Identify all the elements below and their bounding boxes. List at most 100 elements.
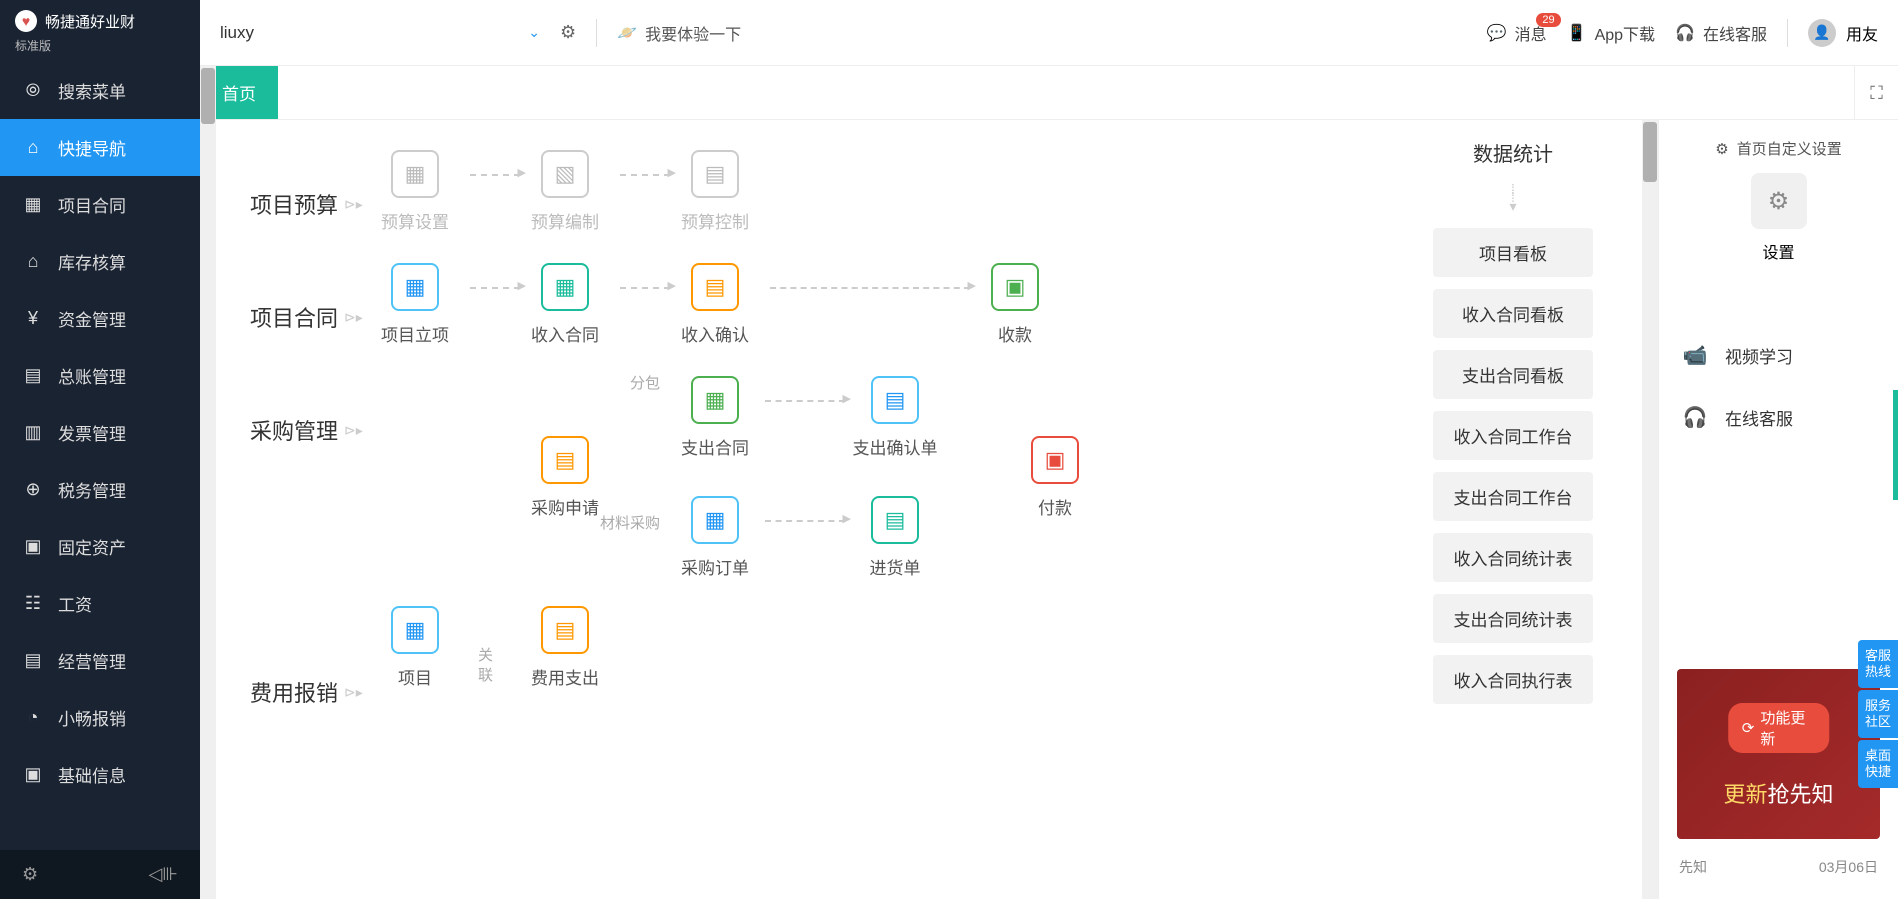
- home-icon: ⌂: [22, 137, 44, 159]
- node-income-confirm[interactable]: ▤收入确认: [670, 263, 760, 346]
- nav-salary[interactable]: ☷工资: [0, 575, 200, 632]
- chat-icon: 💬: [1487, 23, 1507, 43]
- float-community[interactable]: 服务社区: [1858, 690, 1898, 738]
- arrow-down-icon: ⁞⁞▾: [1509, 185, 1516, 210]
- sidebar-nav: ⦾搜索菜单 ⌂快捷导航 ▦项目合同 ⌂库存核算 ¥资金管理 ▤总账管理 ▥发票管…: [0, 62, 200, 850]
- biz-icon: ▤: [22, 650, 44, 672]
- fullscreen-button[interactable]: ⛶: [1854, 66, 1898, 120]
- node-purchase-order[interactable]: ▦采购订单: [670, 496, 760, 579]
- wallet-in-icon: ▣: [991, 263, 1039, 311]
- promo-text: 更新抢先知: [1677, 777, 1880, 809]
- chart-icon: ▧: [541, 150, 589, 198]
- confirm-out-icon: ▤: [871, 376, 919, 424]
- node-expense-contract[interactable]: ▦支出合同: [670, 376, 760, 459]
- settings-icon[interactable]: ⚙: [22, 864, 38, 885]
- canvas-wrap: 项目预算⊳▸ ▦预算设置 ▧预算编制 ▤预算控制 项目合同⊳▸: [200, 120, 1658, 899]
- nav-funds[interactable]: ¥资金管理: [0, 290, 200, 347]
- sidebar-scrollbar[interactable]: [200, 66, 216, 899]
- stats-expense-report[interactable]: 支出合同统计表: [1433, 594, 1593, 643]
- doc-icon: ▦: [22, 194, 44, 216]
- flow-contract: 项目合同⊳▸ ▦项目立项 ▦收入合同 ▤收入确认 ▣收款: [250, 263, 1608, 346]
- main-area: liuxy ⌄ ⚙ 🪐 我要体验一下 💬 消息 29 📱 App下载 🎧 在线客: [200, 0, 1898, 899]
- nav-ledger[interactable]: ▤总账管理: [0, 347, 200, 404]
- nav-tax[interactable]: ⊕税务管理: [0, 461, 200, 518]
- confirm-icon: ▤: [691, 263, 739, 311]
- node-goods-in[interactable]: ▤进货单: [850, 496, 940, 579]
- money-icon: ¥: [22, 308, 44, 330]
- nav-project-contract[interactable]: ▦项目合同: [0, 176, 200, 233]
- stats-income-report[interactable]: 收入合同统计表: [1433, 533, 1593, 582]
- asset-icon: ▣: [22, 536, 44, 558]
- stats-income-workbench[interactable]: 收入合同工作台: [1433, 411, 1593, 460]
- canvas-scrollbar[interactable]: [1642, 120, 1658, 899]
- stats-expense-workbench[interactable]: 支出合同工作台: [1433, 472, 1593, 521]
- trial-link[interactable]: 🪐 我要体验一下: [617, 21, 741, 45]
- control-icon: ▤: [691, 150, 739, 198]
- support-button[interactable]: 🎧 在线客服: [1675, 21, 1767, 45]
- collapse-icon[interactable]: ◁⊪: [148, 864, 178, 885]
- node-payment[interactable]: ▣付款: [1010, 436, 1100, 519]
- node-expense-out[interactable]: ▤费用支出: [520, 606, 610, 689]
- avatar-icon: 👤: [1808, 19, 1836, 47]
- expand-icon[interactable]: ⊳▸: [344, 684, 363, 701]
- nav-quicknav[interactable]: ⌂快捷导航: [0, 119, 200, 176]
- refresh-icon: ⟳: [1742, 719, 1755, 737]
- rp-video-learning[interactable]: 📹视频学习: [1677, 331, 1880, 379]
- tenant-dropdown[interactable]: liuxy ⌄: [220, 23, 540, 43]
- contract-icon: ▦: [541, 263, 589, 311]
- node-project-init[interactable]: ▦项目立项: [370, 263, 460, 346]
- user-menu[interactable]: 👤 用友: [1808, 19, 1878, 47]
- sidebar: ♥ 畅捷通好业财 标准版 ⦾搜索菜单 ⌂快捷导航 ▦项目合同 ⌂库存核算 ¥资金…: [0, 0, 200, 899]
- promo-badge: ⟳功能更新: [1728, 703, 1830, 753]
- branch-subcontract: 分包: [630, 372, 660, 393]
- branch-material: 材料采购: [600, 512, 660, 533]
- stats-project-board[interactable]: 项目看板: [1433, 228, 1593, 277]
- nav-inventory[interactable]: ⌂库存核算: [0, 233, 200, 290]
- invoice-icon: ▥: [22, 422, 44, 444]
- logo-icon: ♥: [15, 10, 37, 32]
- nav-assets[interactable]: ▣固定资产: [0, 518, 200, 575]
- float-hotline[interactable]: 客服热线: [1858, 640, 1898, 688]
- nav-invoice[interactable]: ▥发票管理: [0, 404, 200, 461]
- nav-search[interactable]: ⦾搜索菜单: [0, 62, 200, 119]
- promo-banner[interactable]: ⟳功能更新 更新抢先知: [1677, 669, 1880, 839]
- stats-income-exec[interactable]: 收入合同执行表: [1433, 655, 1593, 704]
- edition-label: 标准版: [0, 37, 200, 62]
- nav-expense[interactable]: ◔小畅报销: [0, 689, 200, 746]
- expense-icon: ◔: [22, 707, 44, 729]
- node-income-contract[interactable]: ▦收入合同: [520, 263, 610, 346]
- node-budget-compile[interactable]: ▧预算编制: [520, 150, 610, 233]
- stats-income-board[interactable]: 收入合同看板: [1433, 289, 1593, 338]
- float-desktop-shortcut[interactable]: 桌面快捷: [1858, 740, 1898, 788]
- headset-icon: 🎧: [1675, 23, 1695, 43]
- chevron-down-icon: ⌄: [528, 24, 540, 41]
- node-budget-settings[interactable]: ▦预算设置: [370, 150, 460, 233]
- nav-business[interactable]: ▤经营管理: [0, 632, 200, 689]
- node-purchase-request[interactable]: ▤采购申请: [520, 436, 610, 519]
- node-budget-control[interactable]: ▤预算控制: [670, 150, 760, 233]
- planet-icon: 🪐: [617, 23, 637, 43]
- stats-expense-board[interactable]: 支出合同看板: [1433, 350, 1593, 399]
- app-download-button[interactable]: 📱 App下载: [1567, 21, 1655, 45]
- app-logo: ♥ 畅捷通好业财: [0, 0, 200, 37]
- node-project[interactable]: ▦项目: [370, 606, 460, 689]
- sidebar-footer: ⚙ ◁⊪: [0, 850, 200, 899]
- expand-icon[interactable]: ⊳▸: [344, 196, 363, 213]
- divider: [1787, 19, 1788, 47]
- expand-icon[interactable]: ⊳▸: [344, 309, 363, 326]
- flow-budget: 项目预算⊳▸ ▦预算设置 ▧预算编制 ▤预算控制: [250, 150, 1608, 233]
- ledger-icon: ▤: [22, 365, 44, 387]
- flow-purchase: 采购管理⊳▸ ▤采购申请 分包 ▦支出合同 ▤支出确认单 材料采购 ▦采购订单 …: [250, 376, 1608, 576]
- expand-icon[interactable]: ⊳▸: [344, 422, 363, 439]
- tax-icon: ⊕: [22, 479, 44, 501]
- rp-online-support[interactable]: 🎧在线客服: [1677, 393, 1880, 441]
- doc-gear-icon: ▦: [391, 150, 439, 198]
- node-receive[interactable]: ▣收款: [970, 263, 1060, 346]
- node-expense-confirm[interactable]: ▤支出确认单: [850, 376, 940, 459]
- rp-settings-button[interactable]: ⚙: [1751, 173, 1807, 229]
- tenant-settings-icon[interactable]: ⚙: [560, 22, 576, 43]
- topbar: liuxy ⌄ ⚙ 🪐 我要体验一下 💬 消息 29 📱 App下载 🎧 在线客: [200, 0, 1898, 66]
- divider: [596, 19, 597, 47]
- messages-button[interactable]: 💬 消息 29: [1487, 21, 1547, 45]
- nav-base[interactable]: ▣基础信息: [0, 746, 200, 803]
